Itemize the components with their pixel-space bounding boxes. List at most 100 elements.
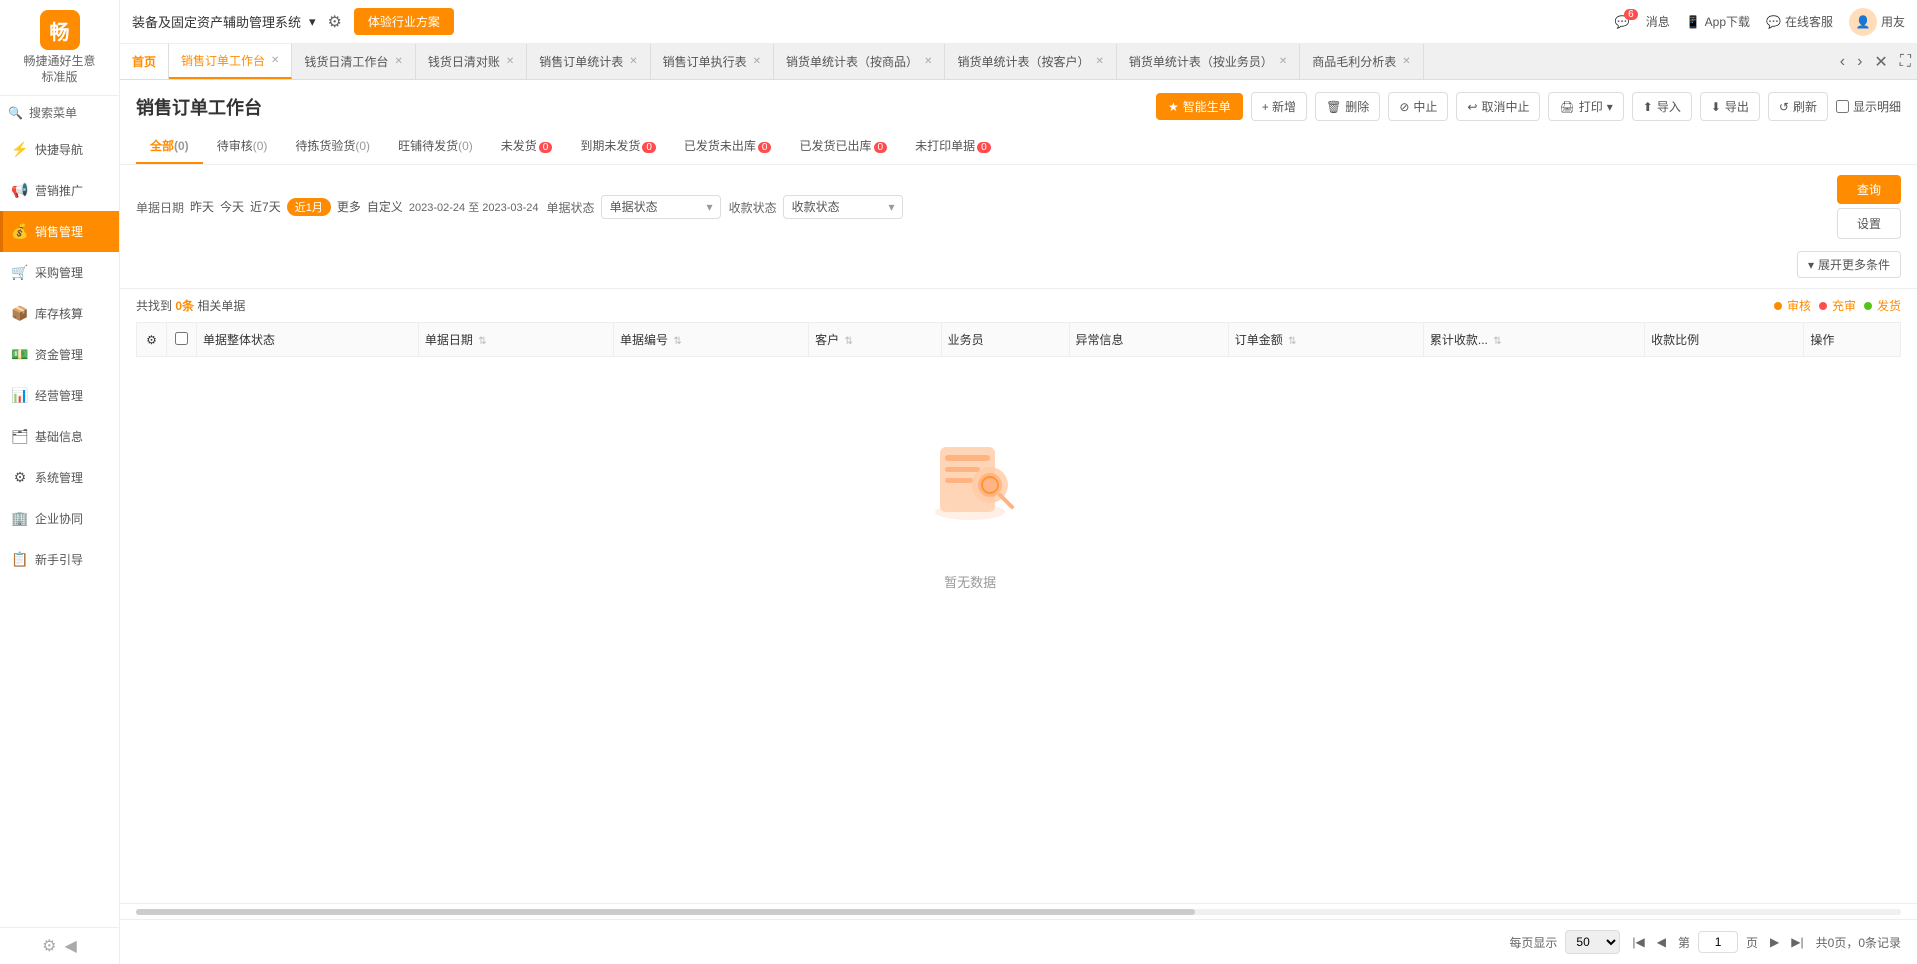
smart-generate-btn[interactable]: ★ 智能生单 [1156, 93, 1243, 120]
tab-scroll-right[interactable]: › [1851, 53, 1868, 71]
tab-sales-exec-close[interactable]: ✕ [753, 56, 761, 67]
tab-product-margin[interactable]: 商品毛利分析表 ✕ [1300, 44, 1423, 79]
sidebar-collapse-btn[interactable]: ◀ [65, 936, 77, 956]
tab-sales-by-product-close[interactable]: ✕ [924, 56, 932, 67]
tab-sales-by-staff[interactable]: 销货单统计表（按业务员） ✕ [1117, 44, 1300, 79]
th-checkbox[interactable] [167, 323, 197, 357]
tab-sales-stats[interactable]: 销售订单统计表 ✕ [527, 44, 650, 79]
filter-date-yesterday[interactable]: 昨天 [190, 198, 214, 216]
subtab-not-shipped[interactable]: 未发货0 [487, 129, 567, 164]
subtab-all[interactable]: 全部(0) [136, 129, 203, 164]
subtab-wangpu[interactable]: 旺铺待发货(0) [384, 129, 487, 164]
tab-close-all[interactable]: ✕ [1868, 52, 1893, 72]
sidebar-item-inventory[interactable]: 📦 库存核算 [0, 293, 119, 334]
expand-btn[interactable]: ▾ 展开更多条件 [1797, 251, 1901, 278]
app-download-btn[interactable]: 📱 App下载 [1686, 13, 1750, 30]
sidebar-item-enterprise[interactable]: 🏢 企业协同 [0, 498, 119, 539]
topbar-settings-icon[interactable]: ⚙ [328, 12, 342, 32]
cancel-action-btn[interactable]: 充审 [1819, 297, 1856, 314]
message-badge: 6 [1624, 9, 1638, 20]
sidebar-item-base-info[interactable]: 🗂 基础信息 [0, 416, 119, 457]
print-btn[interactable]: 🖨 打印 ▾ [1548, 92, 1623, 121]
empty-svg [910, 417, 1030, 537]
th-settings[interactable]: ⚙ [137, 323, 167, 357]
tab-home[interactable]: 首页 [120, 44, 169, 79]
tab-sales-by-product[interactable]: 销货单统计表（按商品） ✕ [774, 44, 945, 79]
tab-product-margin-close[interactable]: ✕ [1402, 56, 1410, 67]
tab-sales-workbench[interactable]: 销售订单工作台 ✕ [169, 44, 292, 79]
page-size-select[interactable]: 10 20 50 100 [1565, 930, 1620, 954]
sidebar-item-guide[interactable]: 📋 新手引导 [0, 539, 119, 580]
delete-btn[interactable]: 🗑 删除 [1315, 92, 1380, 121]
refresh-btn[interactable]: ↺ 刷新 [1768, 92, 1828, 121]
sidebar-settings-btn[interactable]: ⚙ [42, 936, 56, 956]
subtab-shipped-not-out[interactable]: 已发货未出库0 [670, 129, 786, 164]
page-prev-btn[interactable]: ◀ [1653, 933, 1670, 951]
scroll-thumb[interactable] [136, 909, 1195, 915]
sidebar-item-finance[interactable]: 💵 资金管理 [0, 334, 119, 375]
tab-cash-daily-close[interactable]: ✕ [394, 56, 402, 67]
filter-date-7days[interactable]: 近7天 [250, 198, 281, 216]
tab-sales-by-customer-close[interactable]: ✕ [1095, 56, 1103, 67]
sidebar-item-marketing[interactable]: 📢 营销推广 [0, 170, 119, 211]
ship-action-btn[interactable]: 发货 [1864, 297, 1901, 314]
tab-cash-reconcile[interactable]: 钱货日清对账 ✕ [416, 44, 527, 79]
tab-sales-stats-close[interactable]: ✕ [629, 56, 637, 67]
cancel-suspend-btn[interactable]: ↩ 取消中止 [1456, 92, 1540, 121]
show-detail-input[interactable] [1836, 100, 1849, 113]
sidebar-item-operations[interactable]: 📊 经营管理 [0, 375, 119, 416]
message-icon[interactable]: 💬 6 [1615, 15, 1630, 29]
settings-button[interactable]: 设置 [1837, 208, 1901, 239]
subtab-not-printed[interactable]: 未打印单据0 [901, 129, 1005, 164]
query-button[interactable]: 查询 [1837, 175, 1901, 204]
show-detail-checkbox[interactable]: 显示明细 [1836, 98, 1901, 115]
page-last-btn[interactable]: ▶| [1787, 933, 1807, 951]
horizontal-scrollbar[interactable] [120, 903, 1917, 919]
subtab-shipped-out[interactable]: 已发货已出库0 [785, 129, 901, 164]
page-first-btn[interactable]: |◀ [1628, 933, 1648, 951]
subtab-overdue[interactable]: 到期未发货0 [566, 129, 670, 164]
tab-sales-by-staff-close[interactable]: ✕ [1279, 56, 1287, 67]
purchase-label: 采购管理 [35, 264, 83, 281]
filter-date-custom[interactable]: 自定义 [367, 198, 403, 216]
filter-status-select[interactable]: 单据状态 [601, 195, 721, 219]
tab-maximize[interactable]: ⛶ [1894, 53, 1917, 71]
filter-date-more[interactable]: 更多 [337, 198, 361, 216]
subtab-pending-review-count: (0) [253, 139, 268, 153]
review-action-btn[interactable]: 审核 [1774, 297, 1811, 314]
tab-sales-by-customer[interactable]: 销货单统计表（按客户） ✕ [945, 44, 1116, 79]
suspend-btn[interactable]: ⊘ 中止 [1388, 92, 1448, 121]
tab-cash-daily[interactable]: 钱货日清工作台 ✕ [292, 44, 415, 79]
user-btn[interactable]: 👤 用友 [1849, 8, 1905, 36]
page-next-btn[interactable]: ▶ [1766, 933, 1783, 951]
th-amount[interactable]: 订单金额 ⇅ [1228, 323, 1423, 357]
solution-button[interactable]: 体验行业方案 [354, 8, 454, 35]
filter-date-1month[interactable]: 近1月 [287, 198, 331, 216]
filter-payment-select[interactable]: 收款状态 [783, 195, 903, 219]
sales-icon: 💰 [11, 223, 29, 240]
tab-cash-reconcile-close[interactable]: ✕ [506, 56, 514, 67]
th-collected[interactable]: 累计收款... ⇅ [1423, 323, 1644, 357]
sidebar-item-quick-nav[interactable]: ⚡ 快捷导航 [0, 129, 119, 170]
sidebar-item-purchase[interactable]: 🛒 采购管理 [0, 252, 119, 293]
th-date[interactable]: 单据日期 ⇅ [418, 323, 613, 357]
scroll-track[interactable] [136, 909, 1901, 915]
th-customer[interactable]: 客户 ⇅ [809, 323, 941, 357]
th-number[interactable]: 单据编号 ⇅ [614, 323, 809, 357]
sidebar-item-sales[interactable]: 💰 销售管理 [0, 211, 119, 252]
search-menu[interactable]: 🔍 搜索菜单 [0, 96, 119, 129]
import-btn[interactable]: ⬆ 导入 [1632, 92, 1692, 121]
subtab-pending-inspect[interactable]: 待拣货验货(0) [281, 129, 384, 164]
page-input[interactable] [1698, 931, 1738, 953]
online-service-btn[interactable]: 💬 在线客服 [1766, 13, 1833, 30]
export-btn[interactable]: ⬇ 导出 [1700, 92, 1760, 121]
filter-date-today[interactable]: 今天 [220, 198, 244, 216]
sidebar-item-system[interactable]: ⚙ 系统管理 [0, 457, 119, 498]
tab-sales-exec[interactable]: 销售订单执行表 ✕ [651, 44, 774, 79]
subtab-pending-review[interactable]: 待审核(0) [203, 129, 282, 164]
select-all-checkbox[interactable] [175, 332, 188, 345]
tab-scroll-left[interactable]: ‹ [1834, 53, 1851, 71]
add-btn[interactable]: + 新增 [1251, 92, 1307, 121]
tab-sales-workbench-close[interactable]: ✕ [271, 55, 279, 66]
tab-cash-daily-label: 钱货日清工作台 [304, 53, 388, 70]
